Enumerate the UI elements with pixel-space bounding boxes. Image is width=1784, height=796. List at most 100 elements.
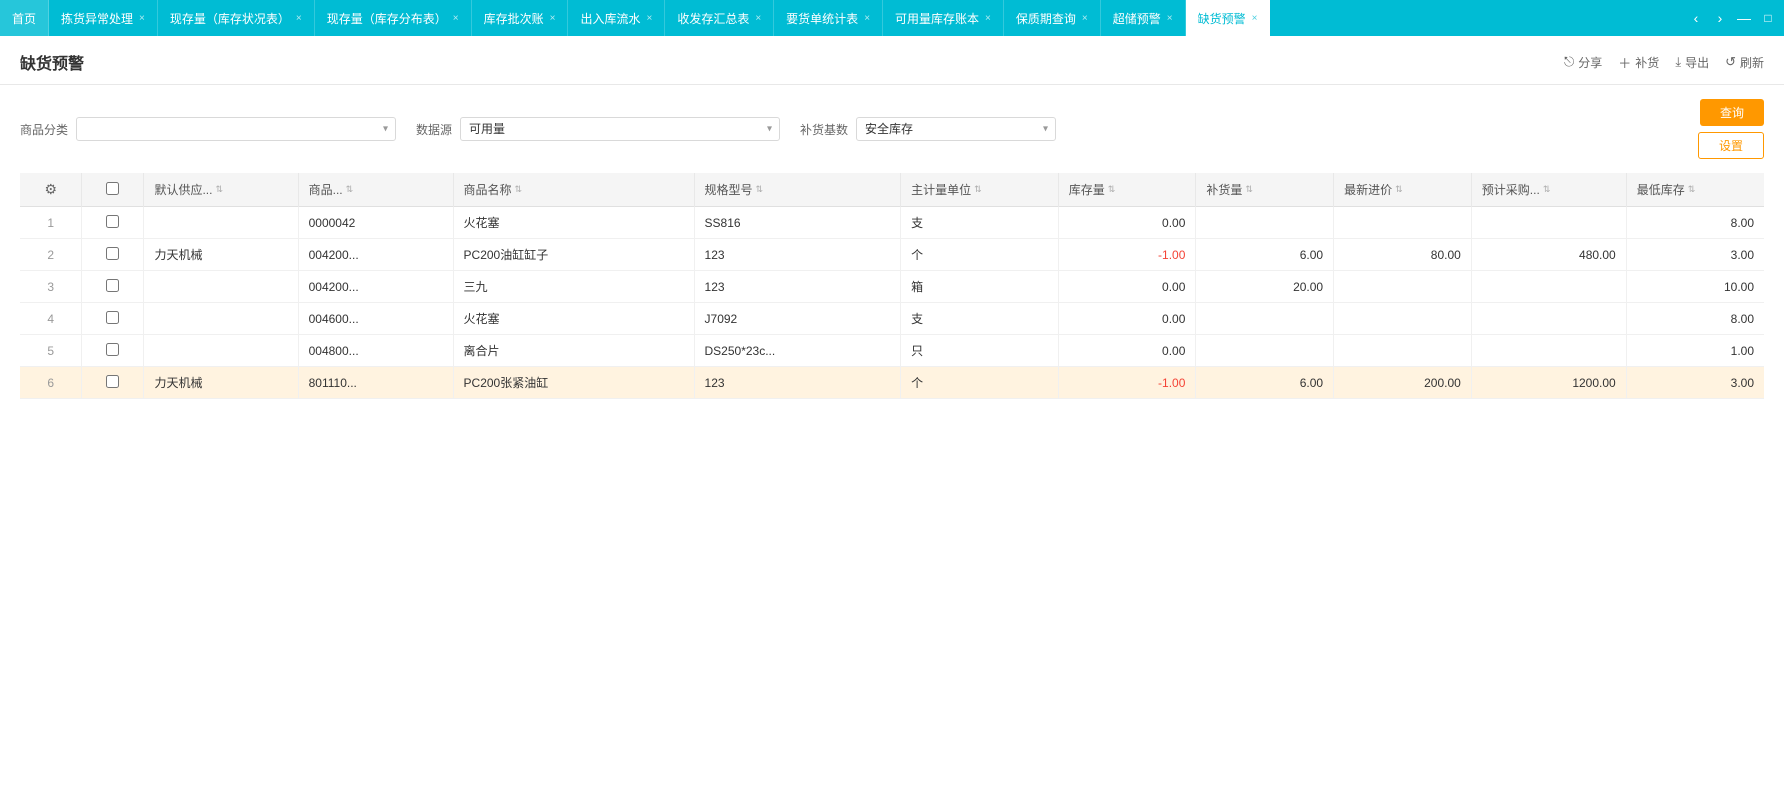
main-content: 缺货预警 ⎋ 分享 ＋ 补货 ⤓ 导出 ↺ 刷新 商品分类 — [0, 36, 1784, 796]
datasource-select-wrapper: 可用量 ▾ — [460, 117, 780, 141]
tab-item-6[interactable]: 收发存汇总表 × — [665, 0, 774, 36]
tab-minimize-button[interactable]: — — [1732, 6, 1756, 30]
cell-stock-5: -1.00 — [1058, 367, 1196, 399]
tab-item-10[interactable]: 超储预警 × — [1101, 0, 1186, 36]
product-code-sort[interactable]: 商品... ⇅ — [309, 181, 354, 198]
tab-label-10: 超储预警 — [1113, 10, 1161, 27]
th-spec: 规格型号 ⇅ — [694, 173, 901, 207]
cell-replenish-0 — [1196, 207, 1334, 239]
cell-spec-0: SS816 — [694, 207, 901, 239]
th-product-name: 商品名称 ⇅ — [453, 173, 694, 207]
tab-close-1[interactable]: × — [139, 13, 145, 24]
spec-sort[interactable]: 规格型号 ⇅ — [705, 181, 764, 198]
cell-stock-2: 0.00 — [1058, 271, 1196, 303]
settings-button[interactable]: 设置 — [1698, 132, 1764, 159]
tab-item-2[interactable]: 现存量（库存状况表）× — [158, 0, 315, 36]
refresh-label: 刷新 — [1740, 54, 1764, 71]
estimated-sort-icon: ⇅ — [1543, 184, 1551, 195]
tab-close-11[interactable]: × — [1252, 13, 1258, 24]
cell-checkbox-1[interactable] — [82, 239, 144, 271]
tab-next-button[interactable]: › — [1708, 6, 1732, 30]
cell-checkbox-3[interactable] — [82, 303, 144, 335]
datasource-select[interactable]: 可用量 — [460, 117, 780, 141]
filter-actions: 查询 设置 — [1698, 99, 1764, 159]
tab-maximize-button[interactable]: □ — [1756, 6, 1780, 30]
tab-close-2[interactable]: × — [296, 13, 302, 24]
refresh-button[interactable]: ↺ 刷新 — [1725, 54, 1764, 71]
cell-checkbox-5[interactable] — [82, 367, 144, 399]
stock-sort[interactable]: 库存量 ⇅ — [1069, 181, 1116, 198]
export-button[interactable]: ⤓ 导出 — [1675, 54, 1709, 71]
tab-item-3[interactable]: 现存量（库存分布表）× — [315, 0, 472, 36]
supplier-sort[interactable]: 默认供应... ⇅ — [154, 181, 223, 198]
tab-item-5[interactable]: 出入库流水× — [568, 0, 665, 36]
tab-close-6[interactable]: × — [755, 13, 761, 24]
replenish-sort[interactable]: 补货量 ⇅ — [1206, 181, 1253, 198]
row-checkbox-5[interactable] — [106, 375, 119, 388]
cell-unit-1: 个 — [901, 239, 1059, 271]
cell-stock-4: 0.00 — [1058, 335, 1196, 367]
tab-close-5[interactable]: × — [646, 13, 652, 24]
tab-close-4[interactable]: × — [550, 13, 556, 24]
replenish-base-select[interactable]: 安全库存 — [856, 117, 1056, 141]
replenish-icon: ＋ — [1618, 53, 1631, 72]
th-stock-label: 库存量 — [1069, 181, 1105, 198]
tab-close-3[interactable]: × — [453, 13, 459, 24]
row-checkbox-1[interactable] — [106, 247, 119, 260]
page-title: 缺货预警 — [20, 50, 84, 74]
tab-item-11[interactable]: 缺货预警× — [1186, 0, 1271, 36]
product-name-sort[interactable]: 商品名称 ⇅ — [464, 181, 523, 198]
select-all-checkbox[interactable] — [106, 182, 119, 195]
estimated-sort[interactable]: 预计采购... ⇅ — [1482, 181, 1551, 198]
cell-estimated-1: 480.00 — [1471, 239, 1626, 271]
tab-item-8[interactable]: 可用量库存账本× — [883, 0, 1004, 36]
unit-sort[interactable]: 主计量单位 ⇅ — [911, 181, 982, 198]
product-code-sort-icon: ⇅ — [346, 184, 354, 195]
share-button[interactable]: ⎋ 分享 — [1564, 54, 1602, 71]
cell-spec-1: 123 — [694, 239, 901, 271]
table-row: 4 004600... 火花塞 J7092 支 0.00 8.00 — [20, 303, 1764, 335]
tab-close-7[interactable]: × — [864, 13, 870, 24]
cell-checkbox-0[interactable] — [82, 207, 144, 239]
cell-stock-1: -1.00 — [1058, 239, 1196, 271]
tab-close-10[interactable]: × — [1167, 13, 1173, 24]
cell-supplier-3 — [144, 303, 298, 335]
th-stock: 库存量 ⇅ — [1058, 173, 1196, 207]
tab-label-7: 要货单统计表 — [786, 10, 858, 27]
th-replenish: 补货量 ⇅ — [1196, 173, 1334, 207]
cell-checkbox-4[interactable] — [82, 335, 144, 367]
table-settings-icon[interactable]: ⚙ — [20, 173, 82, 207]
page-header: 缺货预警 ⎋ 分享 ＋ 补货 ⤓ 导出 ↺ 刷新 — [0, 36, 1784, 85]
table-row: 2 力天机械 004200... PC200油缸缸子 123 个 -1.00 6… — [20, 239, 1764, 271]
export-icon: ⤓ — [1675, 54, 1681, 70]
tab-close-9[interactable]: × — [1082, 13, 1088, 24]
row-checkbox-3[interactable] — [106, 311, 119, 324]
tab-item-7[interactable]: 要货单统计表 × — [774, 0, 883, 36]
row-checkbox-4[interactable] — [106, 343, 119, 356]
row-checkbox-0[interactable] — [106, 215, 119, 228]
tab-prev-button[interactable]: ‹ — [1684, 6, 1708, 30]
replenish-button[interactable]: ＋ 补货 — [1618, 53, 1659, 72]
filter-row: 商品分类 ▾ 数据源 可用量 ▾ 补货基数 安全库存 — [0, 85, 1784, 173]
cell-latest-price-3 — [1334, 303, 1472, 335]
tab-item-4[interactable]: 库存批次账× — [472, 0, 569, 36]
category-select[interactable] — [76, 117, 396, 141]
tab-item-1[interactable]: 拣货异常处理× — [49, 0, 158, 36]
tab-label-6: 收发存汇总表 — [677, 10, 749, 27]
gear-icon[interactable]: ⚙ — [44, 181, 57, 197]
latest-price-sort[interactable]: 最新进价 ⇅ — [1344, 181, 1403, 198]
th-supplier-label: 默认供应... — [154, 181, 212, 198]
tab-label-0: 首页 — [12, 10, 36, 27]
tab-item-9[interactable]: 保质期查询× — [1004, 0, 1101, 36]
cell-product-code-0: 0000042 — [298, 207, 453, 239]
tab-item-0[interactable]: 首页 — [0, 0, 49, 36]
tab-close-8[interactable]: × — [985, 13, 991, 24]
cell-checkbox-2[interactable] — [82, 271, 144, 303]
cell-replenish-2: 20.00 — [1196, 271, 1334, 303]
query-button[interactable]: 查询 — [1700, 99, 1764, 126]
min-stock-sort[interactable]: 最低库存 ⇅ — [1637, 181, 1696, 198]
stock-sort-icon: ⇅ — [1108, 184, 1116, 195]
min-stock-sort-icon: ⇅ — [1688, 184, 1696, 195]
row-checkbox-2[interactable] — [106, 279, 119, 292]
cell-index-1: 2 — [20, 239, 82, 271]
